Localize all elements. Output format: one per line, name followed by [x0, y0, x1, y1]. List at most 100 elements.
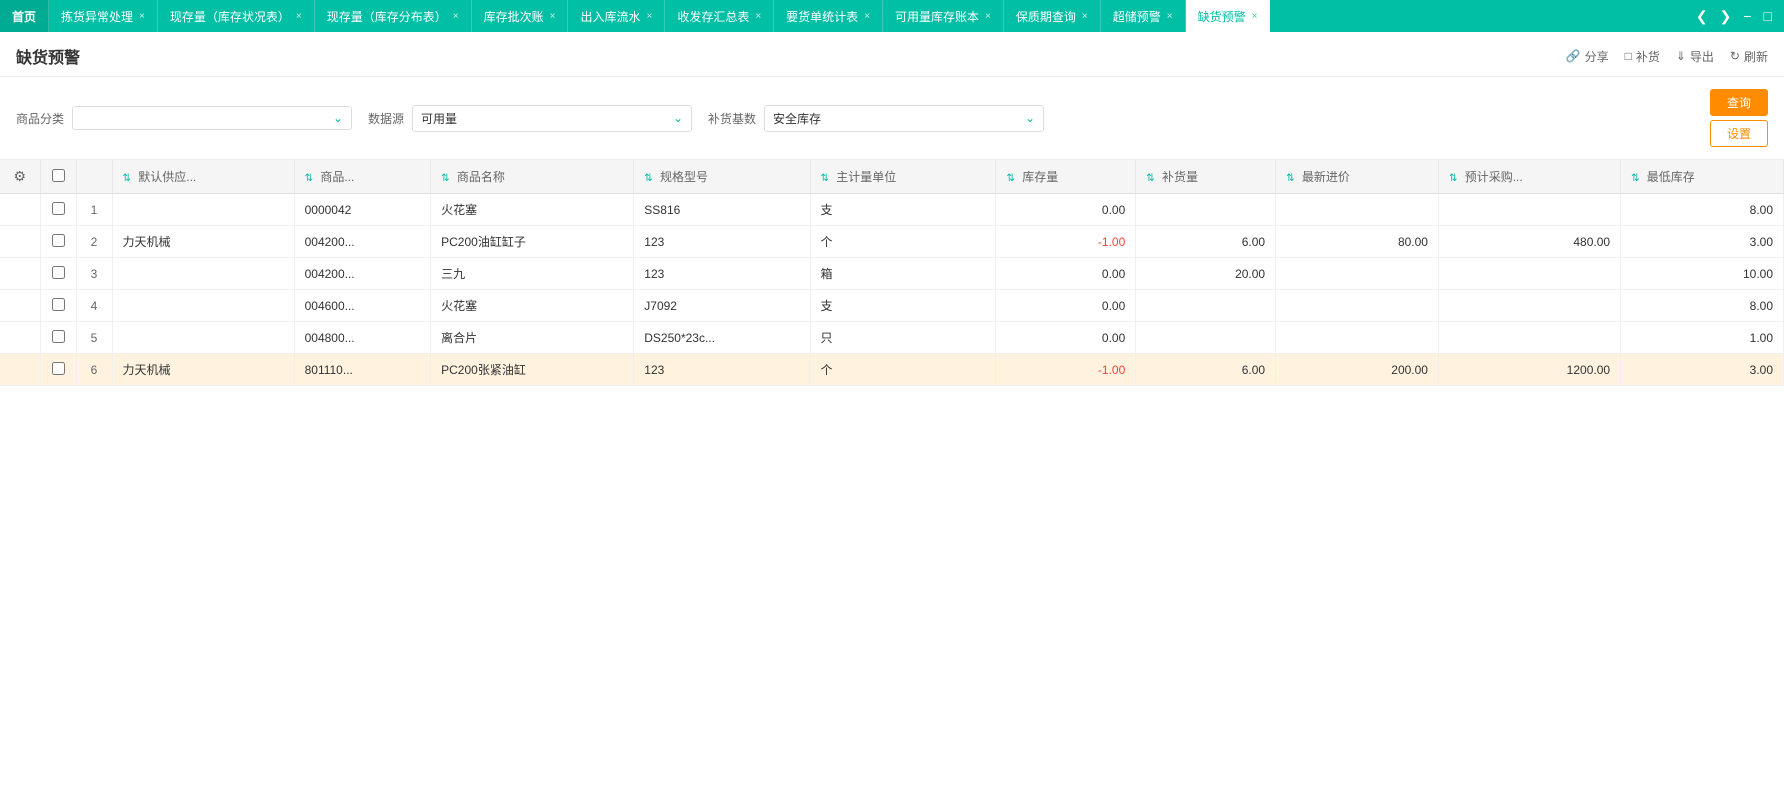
col-replenish-header[interactable]: ⇅ 补货量: [1136, 160, 1276, 194]
row-spec-0: SS816: [634, 194, 810, 226]
datasource-value: 可用量: [421, 110, 457, 127]
col-product-code-header[interactable]: ⇅ 商品...: [294, 160, 431, 194]
row-estimated-purchase-0: [1438, 194, 1620, 226]
sort-supplier-icon: ⇅: [123, 173, 131, 184]
row-replenish-5: 6.00: [1136, 354, 1276, 386]
refresh-action[interactable]: ↻ 刷新: [1730, 48, 1768, 65]
col-product-name-header[interactable]: ⇅ 商品名称: [431, 160, 634, 194]
row-supplier-2: [112, 258, 294, 290]
col-supplier-header[interactable]: ⇅ 默认供应...: [112, 160, 294, 194]
datasource-select[interactable]: 可用量 ⌄: [412, 105, 692, 132]
row-unit-1: 个: [810, 226, 996, 258]
share-label: 分享: [1585, 48, 1609, 65]
refresh-icon: ↻: [1730, 49, 1740, 63]
row-estimated-purchase-5: 1200.00: [1438, 354, 1620, 386]
row-min-stock-1: 3.00: [1621, 226, 1784, 258]
row-index-3: 4: [76, 290, 112, 322]
nav-item-9[interactable]: 保质期查询 ×: [1004, 0, 1101, 32]
nav-item-2[interactable]: 现存量（库存状况表） ×: [158, 0, 315, 32]
datasource-chevron-icon: ⌄: [673, 111, 683, 125]
nav-item-3[interactable]: 现存量（库存分布表） ×: [315, 0, 472, 32]
nav-close-3[interactable]: ×: [453, 11, 459, 22]
nav-close-6[interactable]: ×: [755, 11, 761, 22]
settings-gear-icon[interactable]: ⚙: [13, 168, 26, 184]
table-body: 1 0000042 火花塞 SS816 支 0.00 8.00 2 力天机械 0…: [0, 194, 1784, 386]
category-select[interactable]: ⌄: [72, 106, 352, 130]
category-filter-group: 商品分类 ⌄: [16, 106, 352, 130]
table-row: 5 004800... 离合片 DS250*23c... 只 0.00 1.00: [0, 322, 1784, 354]
nav-expand-button[interactable]: □: [1760, 6, 1776, 26]
col-latest-price-header[interactable]: ⇅ 最新进价: [1276, 160, 1439, 194]
nav-item-1[interactable]: 拣货异常处理 ×: [49, 0, 158, 32]
row-settings-cell: [0, 322, 40, 354]
nav-close-4[interactable]: ×: [550, 11, 556, 22]
row-product-name-1: PC200油缸缸子: [431, 226, 634, 258]
col-unit-header[interactable]: ⇅ 主计量单位: [810, 160, 996, 194]
sort-estimated-purchase-icon: ⇅: [1449, 173, 1457, 184]
nav-label-11: 缺货预警: [1198, 8, 1246, 25]
table-row: 6 力天机械 801110... PC200张紧油缸 123 个 -1.00 6…: [0, 354, 1784, 386]
col-stock-header[interactable]: ⇅ 库存量: [996, 160, 1136, 194]
nav-item-4[interactable]: 库存批次账 ×: [472, 0, 569, 32]
row-checkbox-3[interactable]: [52, 298, 65, 311]
col-spec-header[interactable]: ⇅ 规格型号: [634, 160, 810, 194]
replenish-icon: □: [1625, 49, 1632, 63]
row-product-code-4: 004800...: [294, 322, 431, 354]
row-spec-2: 123: [634, 258, 810, 290]
datasource-filter-group: 数据源 可用量 ⌄: [368, 105, 692, 132]
row-checkbox-cell: [40, 258, 76, 290]
share-action[interactable]: 🔗 分享: [1566, 48, 1609, 65]
nav-label-1: 拣货异常处理: [61, 8, 133, 25]
nav-item-5[interactable]: 出入库流水 ×: [568, 0, 665, 32]
nav-item-8[interactable]: 可用量库存账本 ×: [883, 0, 1004, 32]
nav-close-5[interactable]: ×: [646, 11, 652, 22]
nav-label-6: 收发存汇总表: [677, 8, 749, 25]
row-min-stock-3: 8.00: [1621, 290, 1784, 322]
nav-close-8[interactable]: ×: [985, 11, 991, 22]
row-stock-5: -1.00: [996, 354, 1136, 386]
row-product-code-5: 801110...: [294, 354, 431, 386]
nav-item-home[interactable]: 首页: [0, 0, 49, 32]
row-settings-cell: [0, 226, 40, 258]
row-latest-price-3: [1276, 290, 1439, 322]
row-settings-cell: [0, 258, 40, 290]
nav-close-2[interactable]: ×: [296, 11, 302, 22]
row-unit-3: 支: [810, 290, 996, 322]
replenish-action[interactable]: □ 补货: [1625, 48, 1660, 65]
col-min-stock-header[interactable]: ⇅ 最低库存: [1621, 160, 1784, 194]
nav-item-10[interactable]: 超储预警 ×: [1101, 0, 1186, 32]
nav-close-9[interactable]: ×: [1082, 11, 1088, 22]
row-stock-1: -1.00: [996, 226, 1136, 258]
nav-item-11[interactable]: 缺货预警 ×: [1186, 0, 1271, 32]
nav-controls: ❮ ❯ − □: [1684, 6, 1784, 27]
row-replenish-3: [1136, 290, 1276, 322]
page-title: 缺货预警: [16, 44, 1566, 68]
select-all-checkbox[interactable]: [52, 169, 65, 182]
settings-button[interactable]: 设置: [1710, 120, 1768, 147]
nav-item-6[interactable]: 收发存汇总表 ×: [665, 0, 774, 32]
export-action[interactable]: ⇓ 导出: [1676, 48, 1714, 65]
row-supplier-4: [112, 322, 294, 354]
table-row: 1 0000042 火花塞 SS816 支 0.00 8.00: [0, 194, 1784, 226]
row-checkbox-4[interactable]: [52, 330, 65, 343]
nav-prev-button[interactable]: ❮: [1692, 6, 1712, 27]
nav-minimize-button[interactable]: −: [1739, 6, 1755, 26]
row-checkbox-0[interactable]: [52, 202, 65, 215]
category-chevron-icon: ⌄: [333, 111, 343, 125]
row-supplier-5: 力天机械: [112, 354, 294, 386]
query-button[interactable]: 查询: [1710, 89, 1768, 116]
nav-close-7[interactable]: ×: [864, 11, 870, 22]
nav-close-1[interactable]: ×: [139, 11, 145, 22]
row-checkbox-1[interactable]: [52, 234, 65, 247]
row-min-stock-2: 10.00: [1621, 258, 1784, 290]
nav-item-7[interactable]: 要货单统计表 ×: [774, 0, 883, 32]
row-checkbox-5[interactable]: [52, 362, 65, 375]
row-checkbox-cell: [40, 290, 76, 322]
nav-close-10[interactable]: ×: [1167, 11, 1173, 22]
col-estimated-purchase-header[interactable]: ⇅ 预计采购...: [1438, 160, 1620, 194]
row-checkbox-2[interactable]: [52, 266, 65, 279]
nav-next-button[interactable]: ❯: [1716, 6, 1736, 27]
replenish-basis-select[interactable]: 安全库存 ⌄: [764, 105, 1044, 132]
nav-close-11[interactable]: ×: [1252, 11, 1258, 22]
row-index-4: 5: [76, 322, 112, 354]
